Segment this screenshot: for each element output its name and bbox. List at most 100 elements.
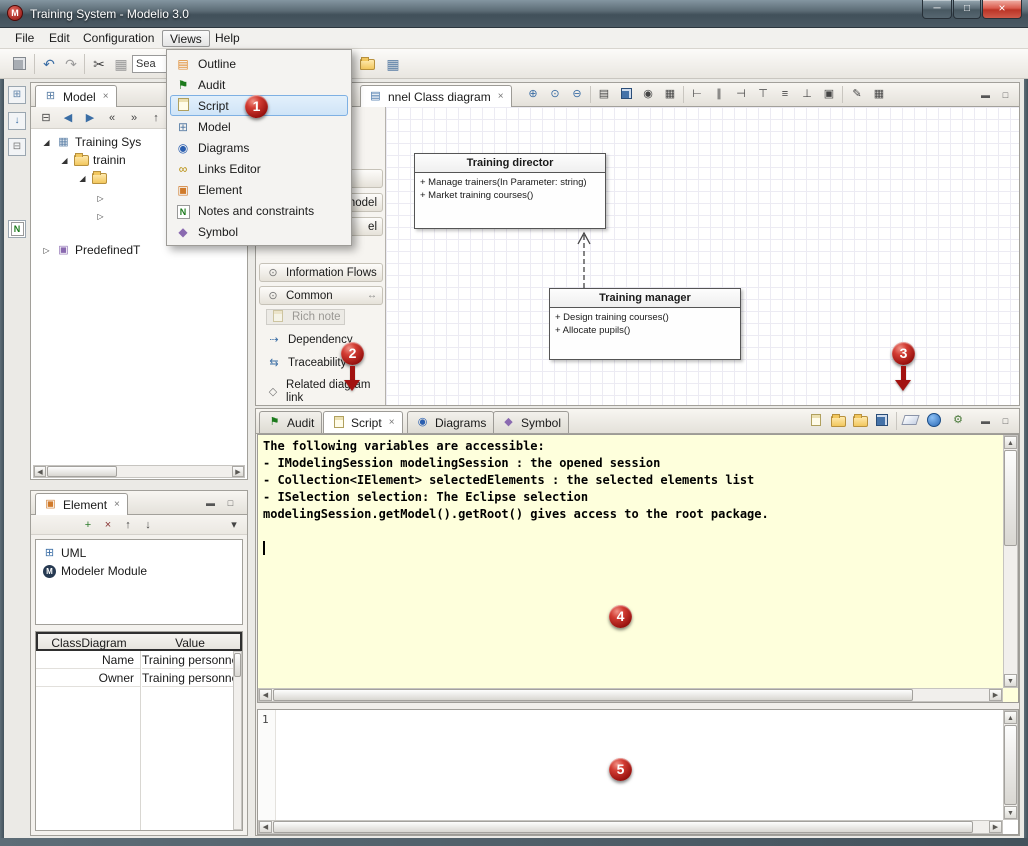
maximize-view-icon[interactable]: □ — [998, 414, 1013, 428]
menu-item-symbol[interactable]: ◆ Symbol — [170, 221, 348, 242]
property-row-owner-label[interactable]: Owner — [36, 669, 140, 687]
property-row-name-value[interactable]: Training personne... — [142, 651, 240, 669]
cut-icon[interactable]: ✂ — [88, 53, 110, 75]
diagram-canvas[interactable]: Training director + Manage trainers(In P… — [386, 107, 1019, 405]
scroll-thumb[interactable] — [1004, 450, 1017, 546]
redo-icon[interactable]: ↷ — [60, 53, 82, 75]
close-icon[interactable]: × — [389, 417, 395, 428]
script-console[interactable]: The following variables are accessible: … — [257, 434, 1019, 703]
tab-class-diagram[interactable]: ▤ nnel Class diagram × — [360, 85, 512, 107]
palette-item-traceability[interactable]: ⇆ Traceability — [266, 356, 346, 370]
tab-script[interactable]: Script × — [323, 411, 403, 433]
open-project-icon[interactable] — [356, 53, 378, 75]
align-bottom-icon[interactable]: ⊥ — [798, 85, 816, 103]
close-button[interactable]: × — [982, 0, 1022, 19]
tab-symbol[interactable]: ◆ Symbol — [493, 411, 570, 433]
fast-view-notes-icon[interactable]: N — [8, 220, 26, 238]
column-header-value[interactable]: Value — [140, 632, 242, 651]
input-hscrollbar[interactable]: ◀ ▶ — [258, 820, 1003, 834]
input-vscrollbar[interactable]: ▲ ▼ — [1003, 710, 1018, 820]
close-icon[interactable]: × — [114, 499, 120, 510]
property-row-name-label[interactable]: Name — [36, 651, 140, 669]
menu-file[interactable]: File — [8, 30, 41, 47]
save-script-icon[interactable] — [873, 411, 891, 429]
expander-icon[interactable]: ▷ — [41, 246, 52, 255]
tree-item-training-system[interactable]: ◢ ▦ Training Sys — [41, 133, 141, 151]
forward-icon[interactable]: ▶ — [81, 109, 99, 127]
tree-item-predefined-types[interactable]: ▷ ▣ PredefinedT — [41, 241, 140, 259]
tree-item-collapsed-1[interactable]: ▷ — [95, 189, 106, 207]
menu-item-model[interactable]: ⊞ Model — [170, 116, 348, 137]
up-level-icon[interactable]: ↑ — [147, 109, 165, 127]
expander-icon[interactable]: ◢ — [59, 156, 70, 165]
open-script-icon[interactable] — [829, 411, 847, 429]
pin-icon[interactable]: ↔ — [367, 290, 377, 301]
tab-element[interactable]: ▣ Element × — [35, 493, 128, 515]
grid-icon[interactable]: ▦ — [870, 85, 888, 103]
class-training-director[interactable]: Training director + Manage trainers(In P… — [414, 153, 606, 229]
dependency-link[interactable] — [574, 229, 596, 291]
save-icon[interactable] — [8, 53, 30, 75]
menu-edit[interactable]: Edit — [42, 30, 77, 47]
tab-model[interactable]: ⊞ Model × — [35, 85, 117, 107]
same-size-icon[interactable]: ▣ — [820, 85, 838, 103]
minimize-view-icon[interactable]: ▬ — [203, 496, 218, 510]
menu-configuration[interactable]: Configuration — [76, 30, 161, 47]
scroll-up-icon[interactable]: ▲ — [1004, 711, 1017, 724]
add-icon[interactable]: + — [79, 516, 97, 534]
expander-icon[interactable]: ▷ — [95, 194, 106, 203]
tree-item-collapsed-2[interactable]: ▷ — [95, 207, 106, 225]
first-icon[interactable]: « — [103, 109, 121, 127]
last-icon[interactable]: » — [125, 109, 143, 127]
print-icon[interactable]: ▤ — [595, 85, 613, 103]
scroll-down-icon[interactable]: ▼ — [1004, 806, 1017, 819]
scroll-right-icon[interactable]: ▶ — [232, 466, 244, 477]
scroll-left-icon[interactable]: ◀ — [259, 821, 272, 833]
maximize-button[interactable]: □ — [953, 0, 981, 19]
console-vscrollbar[interactable]: ▲ ▼ — [1003, 435, 1018, 688]
palette-group-common[interactable]: ⊙ Common ↔ — [259, 286, 383, 305]
undo-icon[interactable]: ↶ — [38, 53, 60, 75]
tab-audit[interactable]: ⚑ Audit — [259, 411, 323, 433]
scroll-left-icon[interactable]: ◀ — [259, 689, 272, 701]
eraser-icon[interactable] — [900, 411, 920, 429]
menu-item-element[interactable]: ▣ Element — [170, 179, 348, 200]
run-icon[interactable] — [925, 411, 943, 429]
scroll-left-icon[interactable]: ◀ — [34, 466, 46, 477]
collapse-all-icon[interactable]: ⊟ — [37, 109, 55, 127]
palette-group-information-flows[interactable]: ⊙ Information Flows — [259, 263, 383, 282]
align-center-icon[interactable]: ∥ — [710, 85, 728, 103]
align-top-icon[interactable]: ⊤ — [754, 85, 772, 103]
pencil-icon[interactable]: ✎ — [848, 85, 866, 103]
minimize-view-icon[interactable]: ▬ — [978, 88, 993, 102]
fast-view-outline-icon[interactable]: ⊟ — [8, 138, 26, 156]
tab-diagrams[interactable]: ◉ Diagrams — [407, 411, 495, 433]
new-script-icon[interactable] — [807, 411, 825, 429]
save-image-icon[interactable] — [617, 85, 635, 103]
menu-item-links-editor[interactable]: ∞ Links Editor — [170, 158, 348, 179]
restore-view-icon[interactable]: ⊞ — [8, 86, 26, 104]
menu-item-audit[interactable]: ⚑ Audit — [170, 74, 348, 95]
minimize-view-icon[interactable]: ▬ — [978, 414, 993, 428]
settings-gears-icon[interactable]: ⚙ — [949, 411, 967, 429]
load-script-icon[interactable] — [851, 411, 869, 429]
scroll-right-icon[interactable]: ▶ — [989, 689, 1002, 701]
scroll-thumb[interactable] — [1004, 725, 1017, 805]
scroll-thumb[interactable] — [47, 466, 117, 477]
palette-item-dependency[interactable]: ⇢ Dependency — [266, 333, 352, 347]
console-hscrollbar[interactable]: ◀ ▶ — [258, 688, 1003, 702]
menu-item-notes-constraints[interactable]: N Notes and constraints — [170, 200, 348, 221]
column-header-classdiagram[interactable]: ClassDiagram — [36, 632, 142, 651]
menu-views[interactable]: Views — [162, 30, 210, 47]
back-icon[interactable]: ◀ — [59, 109, 77, 127]
titlebar[interactable]: M Training System - Modelio 3.0 ─ □ × — [0, 0, 1028, 28]
close-icon[interactable]: × — [498, 91, 504, 102]
scroll-right-icon[interactable]: ▶ — [989, 821, 1002, 833]
expander-icon[interactable]: ▷ — [95, 212, 106, 221]
paste-icon[interactable]: ▦ — [110, 53, 132, 75]
scroll-down-icon[interactable]: ▼ — [1004, 674, 1017, 687]
search-input[interactable]: Sea — [132, 55, 168, 73]
close-icon[interactable]: × — [103, 91, 109, 102]
expander-icon[interactable]: ◢ — [41, 138, 52, 147]
new-diagram-icon[interactable]: ▦ — [382, 53, 404, 75]
